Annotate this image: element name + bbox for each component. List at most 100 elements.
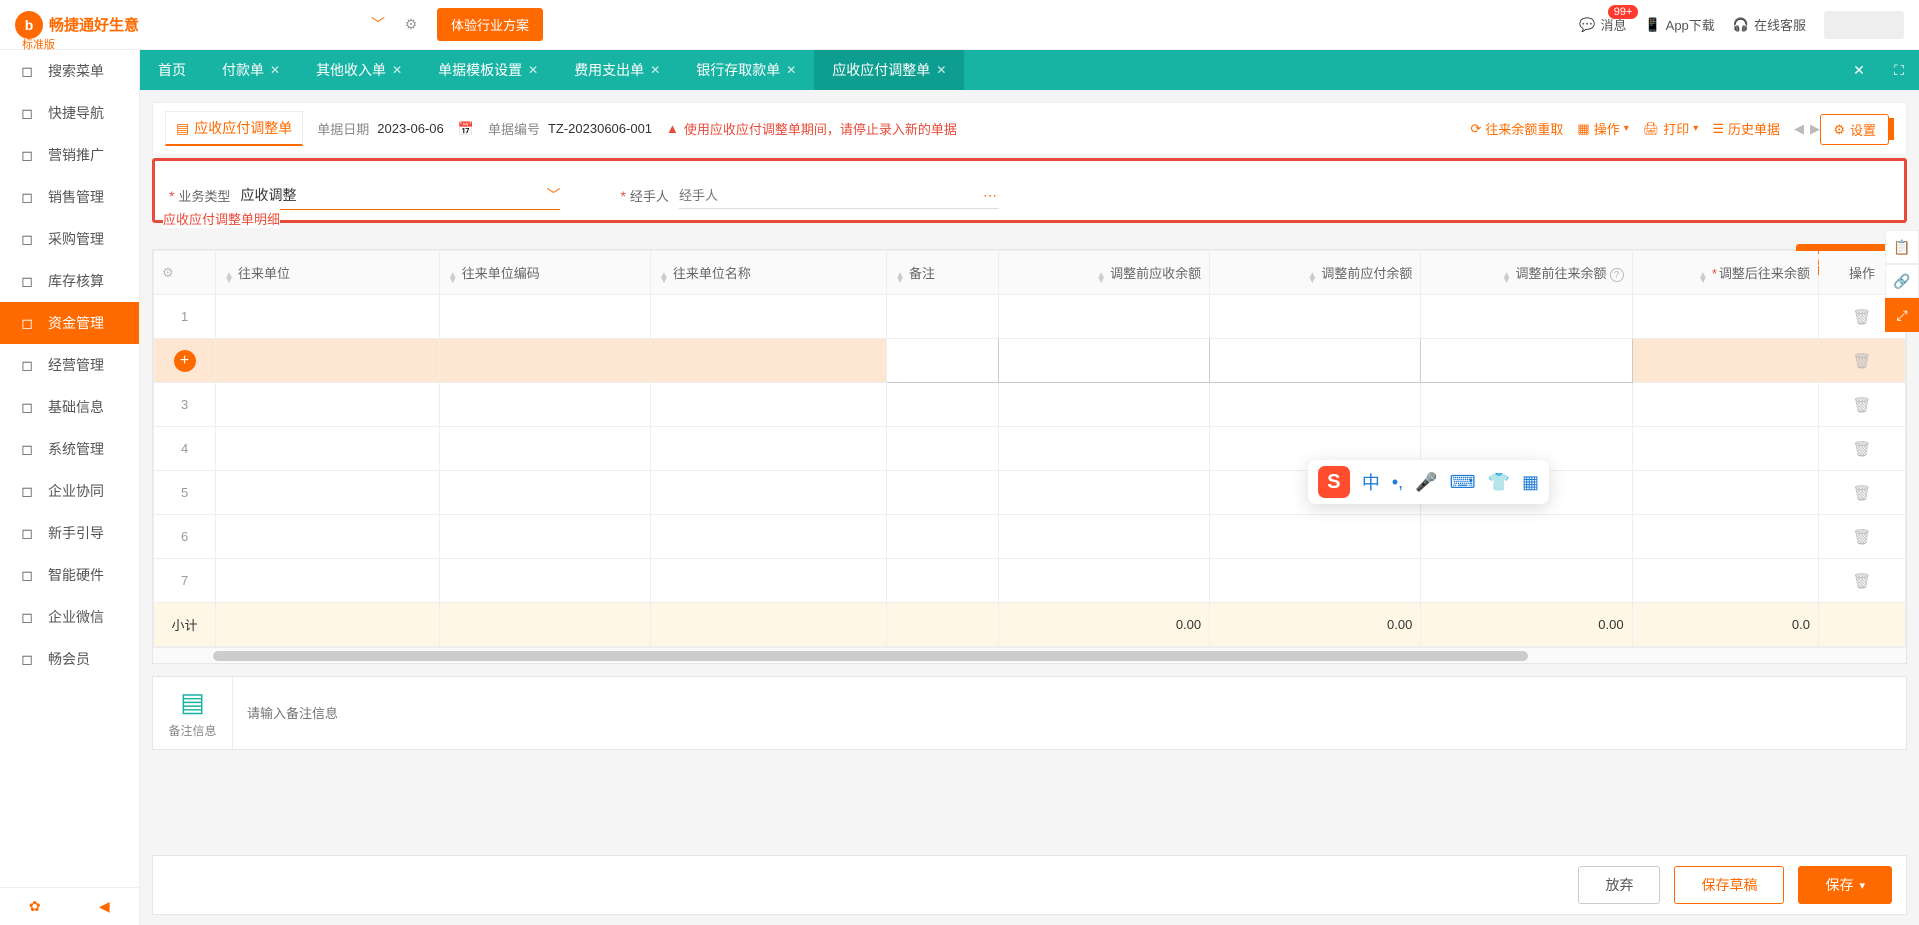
table-row[interactable]: 6🗑 xyxy=(154,515,1906,559)
cell[interactable] xyxy=(651,471,887,515)
sidebar-item-13[interactable]: ◻企业微信 xyxy=(0,596,139,638)
cell[interactable] xyxy=(998,471,1209,515)
cell[interactable] xyxy=(998,515,1209,559)
sort-icon[interactable]: ▲▼ xyxy=(1096,273,1106,283)
sort-icon[interactable]: ▲▼ xyxy=(224,273,234,283)
cell[interactable] xyxy=(998,559,1209,603)
cell[interactable] xyxy=(439,427,650,471)
sidebar-item-8[interactable]: ◻基础信息 xyxy=(0,386,139,428)
expand-tool[interactable]: ⤢ xyxy=(1885,298,1919,332)
online-service-button[interactable]: 🎧 在线客服 xyxy=(1733,15,1806,34)
ime-voice-icon[interactable]: 🎤 xyxy=(1415,472,1437,493)
sort-icon[interactable]: ▲▼ xyxy=(1698,273,1708,283)
prev-doc-button[interactable]: ◀ xyxy=(1794,121,1804,137)
gear-icon[interactable]: ⚙ xyxy=(162,265,174,280)
fullscreen-button[interactable]: ⛶ xyxy=(1879,50,1919,90)
col-header[interactable]: ▲▼往来单位名称 xyxy=(651,251,887,295)
ime-punctuation-icon[interactable]: •, xyxy=(1392,472,1403,493)
add-row-button[interactable]: + xyxy=(174,350,196,372)
cell[interactable] xyxy=(439,339,650,383)
form-settings-button[interactable]: ⚙ 设置 xyxy=(1820,114,1889,145)
handler-input[interactable] xyxy=(679,188,983,203)
cell[interactable] xyxy=(216,471,440,515)
cell[interactable] xyxy=(216,515,440,559)
cell[interactable] xyxy=(439,383,650,427)
delete-row-button[interactable]: 🗑 xyxy=(1852,353,1871,370)
info-icon[interactable]: ? xyxy=(1610,268,1624,282)
horizontal-scrollbar[interactable] xyxy=(153,647,1906,663)
col-header[interactable]: ▲▼调整前应付余额 xyxy=(1210,251,1421,295)
delete-row-button[interactable]: 🗑 xyxy=(1852,397,1871,414)
sort-icon[interactable]: ▲▼ xyxy=(659,273,669,283)
cell[interactable] xyxy=(651,427,887,471)
col-header[interactable]: ▲▼往来单位 xyxy=(216,251,440,295)
ime-keyboard-icon[interactable]: ⌨ xyxy=(1450,472,1476,493)
cell[interactable] xyxy=(439,515,650,559)
col-header[interactable]: ▲▼*调整后往来余额 xyxy=(1632,251,1818,295)
tab-2[interactable]: 其他收入单✕ xyxy=(298,50,420,90)
close-icon[interactable]: ✕ xyxy=(392,63,402,77)
table-row[interactable]: 1🗑 xyxy=(154,295,1906,339)
sidebar-item-0[interactable]: ◻搜索菜单 xyxy=(0,50,139,92)
close-icon[interactable]: ✕ xyxy=(786,63,796,77)
delete-row-button[interactable]: 🗑 xyxy=(1852,309,1871,326)
cell[interactable] xyxy=(887,295,999,339)
tab-5[interactable]: 银行存取款单✕ xyxy=(678,50,814,90)
handler-picker-icon[interactable]: ⋯ xyxy=(983,187,999,204)
save-button[interactable]: 保存 ▾ xyxy=(1798,866,1892,904)
cell[interactable] xyxy=(439,471,650,515)
handler-input-wrap[interactable]: ⋯ xyxy=(679,183,999,209)
cell[interactable] xyxy=(998,339,1209,383)
sidebar-collapse-button[interactable]: ◀ xyxy=(70,888,140,925)
user-avatar[interactable] xyxy=(1824,11,1904,39)
cell[interactable] xyxy=(1421,559,1632,603)
sidebar-item-10[interactable]: ◻企业协同 xyxy=(0,470,139,512)
cell[interactable] xyxy=(887,559,999,603)
col-header[interactable]: ▲▼往来单位编码 xyxy=(439,251,650,295)
cell[interactable] xyxy=(1632,515,1818,559)
sidebar-item-11[interactable]: ◻新手引导 xyxy=(0,512,139,554)
table-row[interactable]: 3🗑 xyxy=(154,383,1906,427)
cell[interactable] xyxy=(1421,383,1632,427)
cell[interactable] xyxy=(651,559,887,603)
sidebar-item-1[interactable]: ◻快捷导航 xyxy=(0,92,139,134)
cell[interactable] xyxy=(1210,339,1421,383)
print-dropdown[interactable]: 🖨打印▾ xyxy=(1643,119,1699,138)
cell[interactable] xyxy=(216,383,440,427)
cell[interactable] xyxy=(1632,427,1818,471)
next-doc-button[interactable]: ▶ xyxy=(1810,121,1820,137)
cell[interactable] xyxy=(1421,295,1632,339)
cell[interactable] xyxy=(651,515,887,559)
col-header[interactable]: ▲▼调整前应收余额 xyxy=(998,251,1209,295)
settings-gear-button[interactable]: ⚙ xyxy=(395,9,427,41)
cell[interactable] xyxy=(887,515,999,559)
attachment-tool[interactable]: 🔗 xyxy=(1885,264,1919,298)
close-all-tabs-button[interactable]: ✕ xyxy=(1839,50,1879,90)
cell[interactable] xyxy=(1421,339,1632,383)
tab-6[interactable]: 应收应付调整单✕ xyxy=(814,50,964,90)
cell[interactable] xyxy=(887,339,999,383)
cell[interactable] xyxy=(1210,383,1421,427)
delete-row-button[interactable]: 🗑 xyxy=(1852,485,1871,502)
cell[interactable] xyxy=(887,471,999,515)
sidebar-item-12[interactable]: ◻智能硬件 xyxy=(0,554,139,596)
sidebar-item-4[interactable]: ◻采购管理 xyxy=(0,218,139,260)
ime-toolbox-icon[interactable]: ▦ xyxy=(1522,472,1539,493)
close-icon[interactable]: ✕ xyxy=(936,63,946,77)
cell[interactable] xyxy=(1210,515,1421,559)
clipboard-tool[interactable]: 📋 xyxy=(1885,230,1919,264)
cell[interactable] xyxy=(1632,559,1818,603)
tab-3[interactable]: 单据模板设置✕ xyxy=(420,50,556,90)
cell[interactable] xyxy=(651,383,887,427)
cell[interactable] xyxy=(439,295,650,339)
delete-row-button[interactable]: 🗑 xyxy=(1852,529,1871,546)
close-icon[interactable]: ✕ xyxy=(270,63,280,77)
close-icon[interactable]: ✕ xyxy=(650,63,660,77)
sort-icon[interactable]: ▲▼ xyxy=(448,273,458,283)
cell[interactable] xyxy=(216,427,440,471)
close-icon[interactable]: ✕ xyxy=(528,63,538,77)
sort-icon[interactable]: ▲▼ xyxy=(1502,273,1512,283)
tab-1[interactable]: 付款单✕ xyxy=(204,50,298,90)
try-industry-plan-button[interactable]: 体验行业方案 xyxy=(437,8,543,41)
doc-type-tab[interactable]: ▤ 应收应付调整单 xyxy=(165,111,303,146)
